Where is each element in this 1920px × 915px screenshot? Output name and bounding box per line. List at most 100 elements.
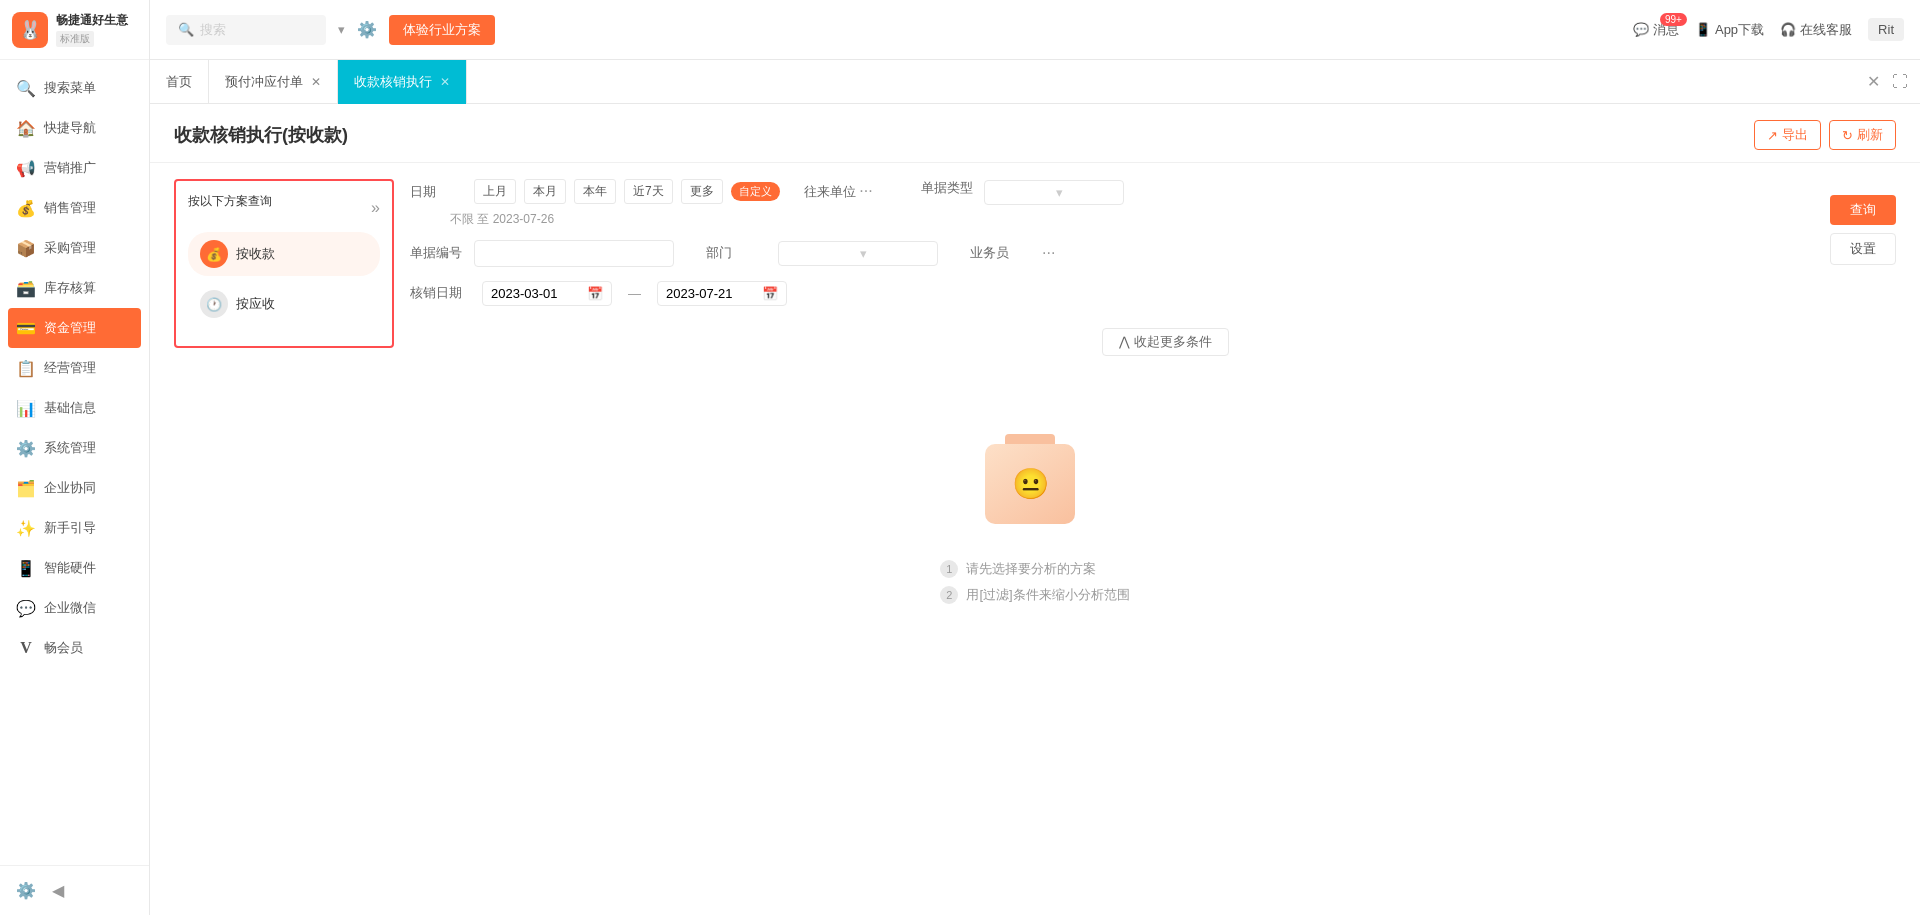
logo-icon: 🐰 [12, 12, 48, 48]
sidebar-item-purchase[interactable]: 📦 采购管理 [0, 228, 149, 268]
verify-date-end-calendar-icon[interactable]: 📅 [762, 286, 778, 301]
filter-option-by-receivable[interactable]: 🕐 按应收 [188, 282, 380, 326]
date-custom-badge: 自定义 [731, 182, 780, 201]
export-icon: ↗ [1767, 128, 1778, 143]
sidebar-item-basic[interactable]: 📊 基础信息 [0, 388, 149, 428]
content-area: 收款核销执行(按收款) ↗ 导出 ↻ 刷新 按以下方 [150, 104, 1920, 915]
empty-hint-1: 1 请先选择要分析的方案 [940, 560, 1129, 578]
verify-date-start-wrapper: 📅 [482, 281, 612, 306]
sidebar-item-system[interactable]: ⚙️ 系统管理 [0, 428, 149, 468]
docno-input[interactable] [474, 240, 674, 267]
tab-receipt-verify[interactable]: 收款核销执行 ✕ [338, 60, 467, 104]
sidebar-item-sales[interactable]: 💰 销售管理 [0, 188, 149, 228]
hardware-icon: 📱 [16, 558, 36, 578]
page: 收款核销执行(按收款) ↗ 导出 ↻ 刷新 按以下方 [150, 104, 1920, 915]
sidebar-item-hardware[interactable]: 📱 智能硬件 [0, 548, 149, 588]
date-btn-more[interactable]: 更多 [681, 179, 723, 204]
export-btn[interactable]: ↗ 导出 [1754, 120, 1821, 150]
app-download-btn[interactable]: 📱 App下载 [1695, 21, 1764, 39]
empty-illustration: 😐 [985, 444, 1085, 544]
sidebar-item-enterprise[interactable]: 🗂️ 企业协同 [0, 468, 149, 508]
filter-option-by-receipt[interactable]: 💰 按收款 [188, 232, 380, 276]
tab-prepay-close-icon[interactable]: ✕ [311, 75, 321, 89]
sidebar-item-wechat[interactable]: 💬 企业微信 [0, 588, 149, 628]
sidebar-item-quicknav[interactable]: 🏠 快捷导航 [0, 108, 149, 148]
topbar-chevron-icon[interactable]: ▾ [338, 22, 345, 37]
sidebar-item-member[interactable]: V 畅会员 [0, 628, 149, 668]
filter-scheme-title: 按以下方案查询 [188, 193, 272, 210]
sidebar-bottom: ⚙️ ◀ [0, 865, 149, 915]
settings-bottom-icon[interactable]: ⚙️ [16, 881, 36, 900]
finance-icon: 💳 [16, 318, 36, 338]
date-note: 不限 至 2023-07-26 [450, 211, 1830, 228]
filter-area: 按以下方案查询 » 💰 按收款 🕐 按应收 [150, 163, 1920, 364]
page-actions: ↗ 导出 ↻ 刷新 [1754, 120, 1896, 150]
verify-date-end-input[interactable] [666, 286, 756, 301]
basic-icon: 📊 [16, 398, 36, 418]
doctype-field: 单据类型 ▾ [921, 179, 1125, 205]
date-btn-lastmonth[interactable]: 上月 [474, 179, 516, 204]
collapse-more-area: ⋀ 收起更多条件 [410, 328, 1920, 356]
dept-chevron-icon: ▾ [860, 246, 929, 261]
verify-date-start-calendar-icon[interactable]: 📅 [587, 286, 603, 301]
tab-home[interactable]: 首页 [150, 60, 209, 104]
collapse-sidebar-icon[interactable]: ◀ [52, 881, 64, 900]
sidebar-item-guide[interactable]: ✨ 新手引导 [0, 508, 149, 548]
tab-fullscreen-icon[interactable]: ⛶ [1892, 73, 1908, 91]
tab-actions: ✕ ⛶ [1855, 72, 1920, 91]
topbar-gear-icon[interactable]: ⚙️ [357, 20, 377, 39]
collapse-scheme-icon[interactable]: » [371, 199, 380, 217]
member-icon: V [16, 638, 36, 658]
date-range-separator: — [628, 286, 641, 301]
verify-date-start-input[interactable] [491, 286, 581, 301]
docno-field: 单据编号 [410, 240, 674, 267]
tab-close-all-icon[interactable]: ✕ [1867, 72, 1880, 91]
service-btn[interactable]: 🎧 在线客服 [1780, 21, 1852, 39]
query-actions: 查询 设置 [1830, 179, 1920, 265]
wechat-icon: 💬 [16, 598, 36, 618]
tab-receipt-verify-close-icon[interactable]: ✕ [440, 75, 450, 89]
doctype-chevron-icon: ▾ [1056, 185, 1115, 200]
topbar-right: 💬 消息 99+ 📱 App下载 🎧 在线客服 Rit [1633, 18, 1904, 41]
refresh-btn[interactable]: ↻ 刷新 [1829, 120, 1896, 150]
receipt-option-icon: 💰 [200, 240, 228, 268]
sidebar-item-operation[interactable]: 📋 经营管理 [0, 348, 149, 388]
tab-prepay[interactable]: 预付冲应付单 ✕ [209, 60, 338, 104]
empty-hint-2: 2 用[过滤]条件来缩小分析范围 [940, 586, 1129, 604]
operation-icon: 📋 [16, 358, 36, 378]
counterpart-field: 往来单位 ··· [804, 182, 873, 201]
filter-form: 日期 上月 本月 本年 近7天 更多 自定义 [394, 163, 1920, 364]
collapse-more-btn[interactable]: ⋀ 收起更多条件 [1102, 328, 1229, 356]
setting-btn[interactable]: 设置 [1830, 233, 1896, 265]
dept-select[interactable]: ▾ [778, 241, 938, 266]
date-btn-thisyear[interactable]: 本年 [574, 179, 616, 204]
sidebar-item-search[interactable]: 🔍 搜索菜单 [0, 68, 149, 108]
page-header: 收款核销执行(按收款) ↗ 导出 ↻ 刷新 [150, 104, 1920, 163]
topbar-search[interactable]: 🔍 搜索 [166, 15, 326, 45]
staff-dots: ··· [1042, 244, 1055, 262]
search-icon: 🔍 [16, 78, 36, 98]
collapse-chevron-icon: ⋀ [1119, 334, 1130, 349]
logo-area: 🐰 畅捷通好生意 标准版 [0, 0, 149, 60]
inventory-icon: 🗃️ [16, 278, 36, 298]
date-btn-thismonth[interactable]: 本月 [524, 179, 566, 204]
date-buttons-group: 上月 本月 本年 近7天 更多 自定义 [474, 179, 780, 204]
filter-row-3: 核销日期 📅 — 📅 [410, 281, 1830, 306]
purchase-icon: 📦 [16, 238, 36, 258]
sidebar-item-finance[interactable]: 💳 资金管理 [8, 308, 141, 348]
sidebar: 🐰 畅捷通好生意 标准版 🔍 搜索菜单 🏠 快捷导航 📢 营销推广 💰 销售管理… [0, 0, 150, 915]
system-icon: ⚙️ [16, 438, 36, 458]
sidebar-item-marketing[interactable]: 📢 营销推广 [0, 148, 149, 188]
query-btn[interactable]: 查询 [1830, 195, 1896, 225]
message-icon: 💬 [1633, 22, 1649, 37]
industry-btn[interactable]: 体验行业方案 [389, 15, 495, 45]
sidebar-item-inventory[interactable]: 🗃️ 库存核算 [0, 268, 149, 308]
doctype-select[interactable]: ▾ [984, 180, 1124, 205]
tabbar: 首页 预付冲应付单 ✕ 收款核销执行 ✕ ✕ ⛶ [150, 60, 1920, 104]
date-btn-7days[interactable]: 近7天 [624, 179, 673, 204]
receivable-option-icon: 🕐 [200, 290, 228, 318]
user-account[interactable]: Rit [1868, 18, 1904, 41]
message-btn[interactable]: 💬 消息 99+ [1633, 21, 1679, 39]
filter-scheme-panel: 按以下方案查询 » 💰 按收款 🕐 按应收 [174, 179, 394, 348]
service-icon: 🎧 [1780, 22, 1796, 37]
